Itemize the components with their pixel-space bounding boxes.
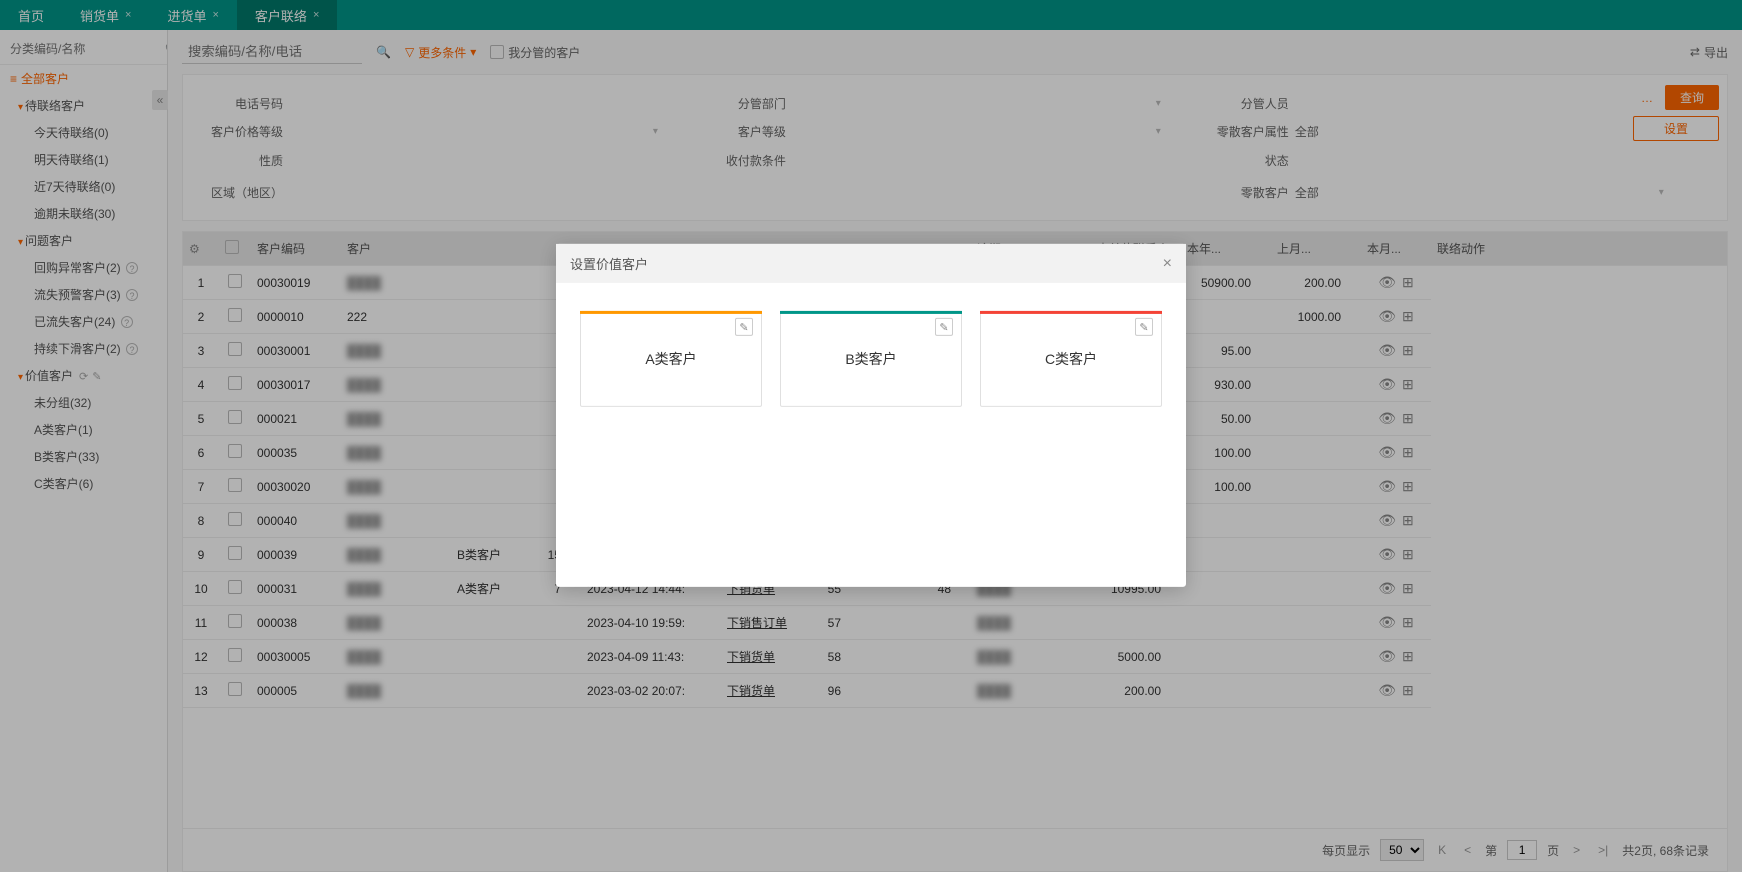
edit-icon[interactable]: ✎ (1135, 318, 1153, 336)
card-b[interactable]: ✎ B类客户 (780, 311, 962, 407)
close-icon[interactable]: × (1163, 254, 1172, 272)
edit-icon[interactable]: ✎ (935, 318, 953, 336)
modal-title: 设置价值客户 (570, 254, 648, 273)
card-a[interactable]: ✎ A类客户 (580, 311, 762, 407)
edit-icon[interactable]: ✎ (735, 318, 753, 336)
card-c[interactable]: ✎ C类客户 (980, 311, 1162, 407)
value-customer-modal: 设置价值客户 × ✎ A类客户 ✎ B类客户 ✎ C类客户 (556, 244, 1186, 587)
